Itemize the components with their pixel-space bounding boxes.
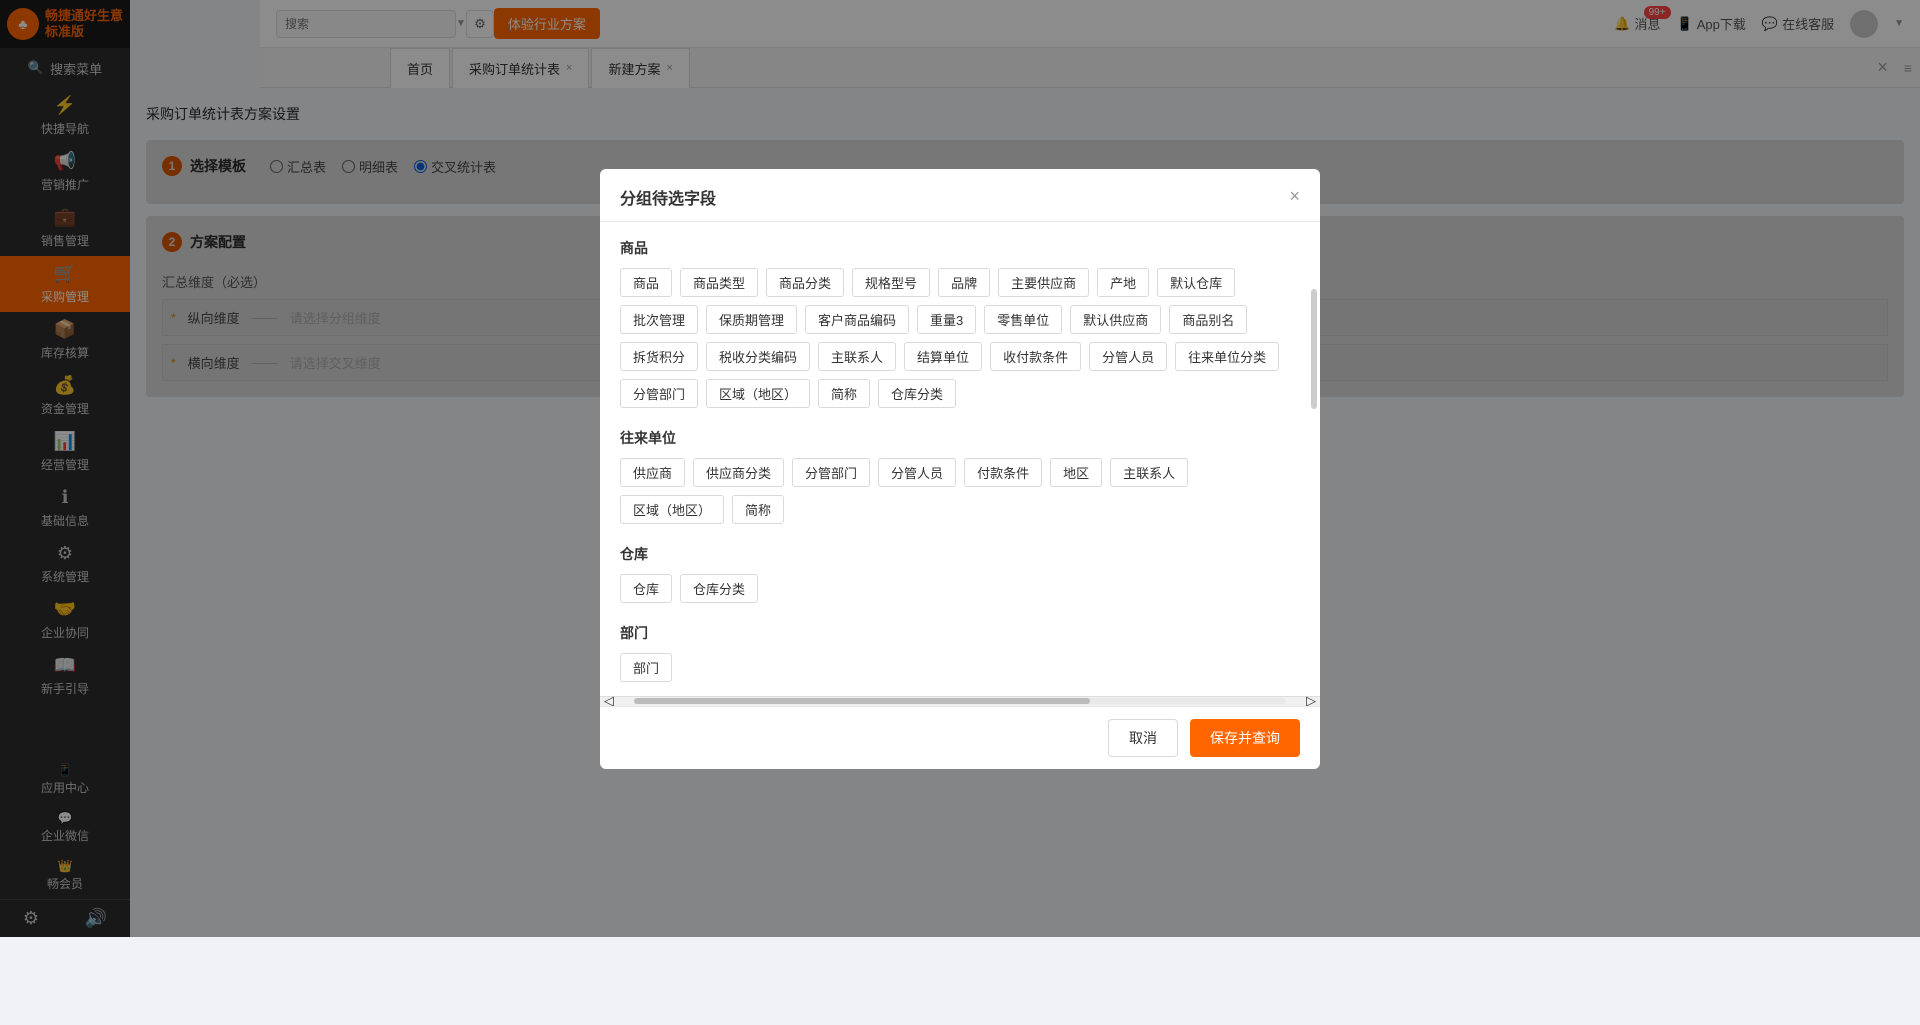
field-tag-partner-manager[interactable]: 分管人员 [878,458,956,487]
field-tag-goods-split-points[interactable]: 拆货积分 [620,342,698,371]
field-tag-goods-region[interactable]: 区域（地区） [706,379,810,408]
field-group-goods: 商品 商品 商品类型 商品分类 规格型号 品牌 主要供应商 产地 默认仓库 批次… [620,238,1300,408]
modal-vertical-scrollbar-thumb[interactable] [1311,289,1317,409]
field-group-warehouse-title: 仓库 [620,544,1300,564]
field-tags-warehouse: 仓库 仓库分类 [620,574,1300,603]
field-group-dept: 部门 部门 [620,623,1300,682]
field-group-partner: 往来单位 供应商 供应商分类 分管部门 分管人员 付款条件 地区 主联系人 区域… [620,428,1300,524]
modal-header: 分组待选字段 × [600,169,1320,222]
field-group-dept-title: 部门 [620,623,1300,643]
field-tag-partner-region[interactable]: 区域（地区） [620,495,724,524]
field-tag-payment-terms[interactable]: 付款条件 [964,458,1042,487]
field-tags-partner: 供应商 供应商分类 分管部门 分管人员 付款条件 地区 主联系人 区域（地区） … [620,458,1300,524]
field-tag-partner-dept[interactable]: 分管部门 [792,458,870,487]
field-tag-goods-type[interactable]: 商品类型 [680,268,758,297]
field-group-partner-title: 往来单位 [620,428,1300,448]
field-tag-goods-warehouse-category[interactable]: 仓库分类 [878,379,956,408]
field-tag-goods-alias[interactable]: 商品别名 [1169,305,1247,334]
field-group-goods-title: 商品 [620,238,1300,258]
field-tag-dept-name[interactable]: 部门 [620,653,672,682]
field-tag-goods-expiry[interactable]: 保质期管理 [706,305,797,334]
field-select-modal: 分组待选字段 × 商品 商品 商品类型 商品分类 规格型号 品牌 主要供应商 产… [600,169,1320,769]
field-tag-goods-contact[interactable]: 主联系人 [818,342,896,371]
modal-footer: 取消 保存并查询 [600,706,1320,769]
field-tag-goods-weight[interactable]: 重量3 [917,305,976,334]
field-tag-goods-spec[interactable]: 规格型号 [852,268,930,297]
field-tag-supplier-category[interactable]: 供应商分类 [693,458,784,487]
modal-overlay: 分组待选字段 × 商品 商品 商品类型 商品分类 规格型号 品牌 主要供应商 产… [0,0,1920,937]
field-tag-supplier[interactable]: 供应商 [620,458,685,487]
field-tag-goods-manager[interactable]: 分管人员 [1089,342,1167,371]
field-tag-region[interactable]: 地区 [1050,458,1102,487]
modal-title: 分组待选字段 [620,185,716,209]
field-tag-goods-short-name[interactable]: 简称 [818,379,870,408]
field-group-warehouse: 仓库 仓库 仓库分类 [620,544,1300,603]
h-scroll-thumb[interactable] [634,698,1090,704]
cancel-button[interactable]: 取消 [1108,719,1178,757]
field-tag-goods-default-supplier[interactable]: 默认供应商 [1070,305,1161,334]
save-query-button[interactable]: 保存并查询 [1190,719,1300,757]
modal-horizontal-scrollbar[interactable]: ◁ ▷ [600,696,1320,706]
field-tag-goods-tax-code[interactable]: 税收分类编码 [706,342,810,371]
field-tags-goods: 商品 商品类型 商品分类 规格型号 品牌 主要供应商 产地 默认仓库 批次管理 … [620,268,1300,408]
field-tag-goods-item[interactable]: 商品 [620,268,672,297]
field-tag-goods-brand[interactable]: 品牌 [938,268,990,297]
field-tag-goods-batch[interactable]: 批次管理 [620,305,698,334]
field-tag-goods-settlement[interactable]: 结算单位 [904,342,982,371]
field-tags-dept: 部门 [620,653,1300,682]
field-tag-goods-payment-terms[interactable]: 收付款条件 [990,342,1081,371]
field-tag-goods-dept[interactable]: 分管部门 [620,379,698,408]
field-tag-goods-customer-code[interactable]: 客户商品编码 [805,305,909,334]
field-tag-goods-main-supplier[interactable]: 主要供应商 [998,268,1089,297]
field-tag-main-contact[interactable]: 主联系人 [1110,458,1188,487]
modal-body[interactable]: 商品 商品 商品类型 商品分类 规格型号 品牌 主要供应商 产地 默认仓库 批次… [600,222,1320,696]
field-tag-warehouse-category[interactable]: 仓库分类 [680,574,758,603]
field-tag-goods-retail-unit[interactable]: 零售单位 [984,305,1062,334]
field-tag-goods-origin[interactable]: 产地 [1097,268,1149,297]
field-tag-goods-category[interactable]: 商品分类 [766,268,844,297]
field-tag-goods-partner-category[interactable]: 往来单位分类 [1175,342,1279,371]
modal-close-button[interactable]: × [1289,186,1300,207]
field-tag-warehouse-name[interactable]: 仓库 [620,574,672,603]
field-tag-partner-short-name[interactable]: 简称 [732,495,784,524]
field-tag-goods-warehouse[interactable]: 默认仓库 [1157,268,1235,297]
